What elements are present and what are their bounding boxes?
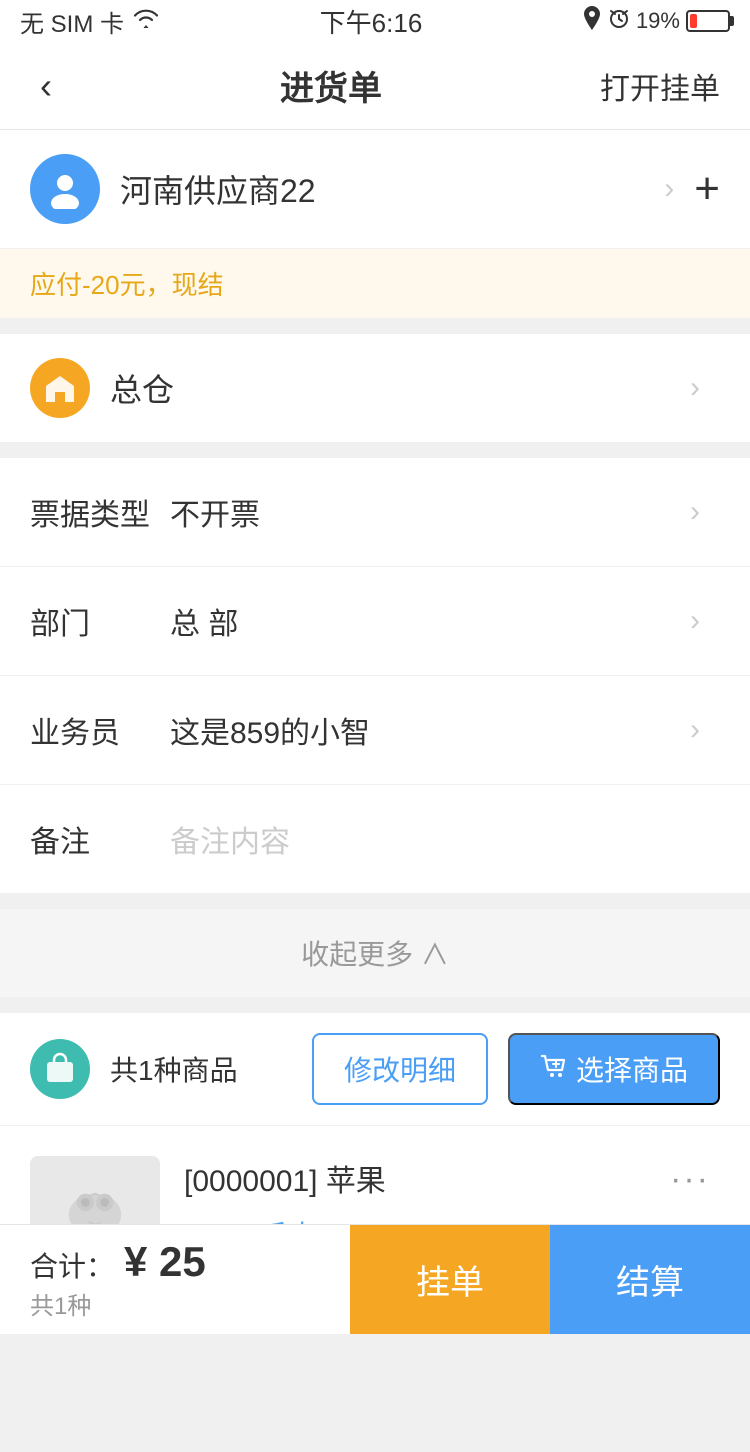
status-right: 19% <box>582 6 730 36</box>
total-label: 合计： <box>30 1245 114 1285</box>
status-bar: 无 SIM 卡 下午6:16 19% <box>0 0 750 42</box>
product-more-button[interactable]: ··· <box>660 1156 720 1203</box>
dept-value: 总 部 <box>170 599 690 643</box>
dept-label: 部门 <box>30 599 170 643</box>
products-icon <box>30 1039 90 1099</box>
supplier-notice: 应付-20元，现结 <box>0 249 750 318</box>
battery-icon <box>686 10 730 32</box>
warehouse-icon <box>30 358 90 418</box>
wifi-icon <box>132 7 160 36</box>
chevron-right-icon: › <box>690 371 700 405</box>
supplier-avatar <box>30 154 100 224</box>
hang-button[interactable]: 挂单 <box>350 1225 550 1334</box>
dept-row[interactable]: 部门 总 部 › <box>0 567 750 676</box>
warehouse-name: 总仓 <box>110 365 690 411</box>
collapse-bar[interactable]: 收起更多 ∧ <box>0 909 750 997</box>
product-title: 苹果 <box>326 1165 386 1198</box>
chevron-right-icon: › <box>664 172 674 206</box>
bottom-bar: 合计： ¥ 25 共1种 挂单 结算 <box>0 1224 750 1334</box>
supplier-card: 河南供应商22 › + 应付-20元，现结 <box>0 130 750 318</box>
warehouse-row[interactable]: 总仓 › <box>0 334 750 442</box>
alarm-icon <box>608 7 630 35</box>
edit-detail-button[interactable]: 修改明细 <box>312 1033 488 1105</box>
sales-row[interactable]: 业务员 这是859的小智 › <box>0 676 750 785</box>
total-amount: ¥ 25 <box>124 1238 206 1286</box>
invoice-label: 票据类型 <box>30 490 170 534</box>
total-count: 共1种 <box>30 1286 320 1321</box>
carrier-text: 无 SIM 卡 <box>20 4 124 39</box>
back-button[interactable]: ‹ <box>30 55 62 117</box>
supplier-name: 河南供应商22 <box>120 166 664 212</box>
select-product-button[interactable]: 选择商品 <box>508 1033 720 1105</box>
remark-placeholder[interactable]: 备注内容 <box>170 817 720 861</box>
product-name: [0000001] 苹果 <box>184 1156 636 1200</box>
remark-row[interactable]: 备注 备注内容 <box>0 785 750 893</box>
products-count: 共1种商品 <box>110 1049 292 1089</box>
product-code: [0000001] <box>184 1165 317 1198</box>
warehouse-card[interactable]: 总仓 › <box>0 334 750 442</box>
bottom-total: 合计： ¥ 25 共1种 <box>0 1225 350 1334</box>
invoice-value: 不开票 <box>170 490 690 534</box>
open-hang-button[interactable]: 打开挂单 <box>600 64 720 108</box>
battery-level: 19% <box>636 8 680 34</box>
supplier-row[interactable]: 河南供应商22 › + <box>0 130 750 249</box>
settle-button[interactable]: 结算 <box>550 1225 750 1334</box>
chevron-right-icon: › <box>690 495 700 529</box>
cart-icon <box>540 1053 568 1085</box>
products-header: 共1种商品 修改明细 选择商品 <box>0 1013 750 1126</box>
sales-label: 业务员 <box>30 708 170 752</box>
page-title: 进货单 <box>280 61 382 110</box>
chevron-right-icon: › <box>690 604 700 638</box>
invoice-row[interactable]: 票据类型 不开票 › <box>0 458 750 567</box>
add-supplier-button[interactable]: + <box>694 167 720 211</box>
status-left: 无 SIM 卡 <box>20 4 160 39</box>
chevron-right-icon: › <box>690 713 700 747</box>
nav-bar: ‹ 进货单 打开挂单 <box>0 42 750 130</box>
sales-value: 这是859的小智 <box>170 708 690 752</box>
select-product-label: 选择商品 <box>576 1049 688 1089</box>
status-time: 下午6:16 <box>320 3 423 40</box>
location-icon <box>582 6 602 36</box>
form-section: 票据类型 不开票 › 部门 总 部 › 业务员 这是859的小智 › 备注 备注… <box>0 458 750 893</box>
remark-label: 备注 <box>30 817 170 861</box>
